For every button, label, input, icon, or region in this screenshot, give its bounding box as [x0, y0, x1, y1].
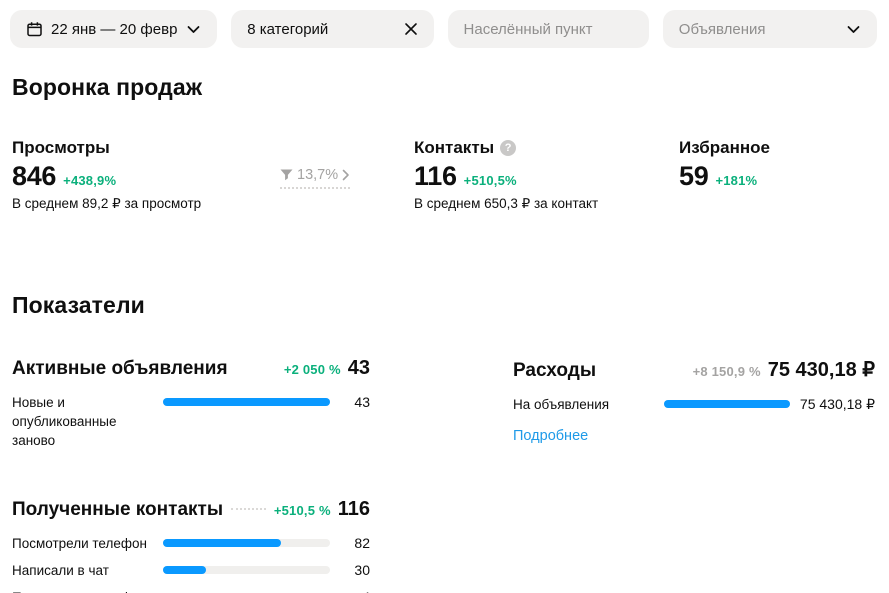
metric-views-subtitle: В среднем 89,2 ₽ за просмотр	[12, 196, 202, 211]
date-range-label: 22 янв — 20 февр	[51, 20, 178, 38]
date-range-filter[interactable]: 22 янв — 20 февр	[10, 10, 218, 48]
bar-track	[664, 400, 790, 408]
location-filter	[447, 10, 649, 48]
listings-filter[interactable]: Объявления	[662, 10, 877, 48]
indicators-section-title: Показатели	[12, 292, 145, 318]
metric-contacts: Контакты ? 116 +510,5% В среднем 650,3 ₽…	[414, 138, 679, 212]
metric-contacts-value: 116	[414, 161, 457, 191]
bar-fill	[664, 400, 790, 408]
bar-fill	[163, 398, 330, 406]
metric-favorites-title: Избранное	[679, 138, 770, 157]
bar-row: На объявления 75 430,18 ₽	[513, 395, 875, 414]
categories-label: 8 категорий	[247, 20, 329, 38]
location-input[interactable]	[463, 20, 633, 38]
help-icon[interactable]: ?	[500, 140, 517, 156]
received-contacts-delta: +510,5 %	[273, 503, 331, 518]
received-contacts-title: Полученные контакты	[12, 499, 224, 520]
metric-contacts-delta: +510,5%	[463, 173, 517, 188]
bar-row: Посмотрели телефон и написали в чат 4	[12, 588, 370, 593]
bar-track	[163, 539, 330, 547]
chevron-down-icon	[846, 22, 861, 37]
calendar-icon	[26, 21, 43, 38]
bar-label: Новые и опубликованные заново	[12, 395, 117, 448]
bar-track	[163, 398, 330, 406]
conversion-value: 13,7%	[297, 167, 339, 183]
conversion-badge[interactable]: 13,7%	[280, 167, 351, 189]
bar-track	[163, 566, 330, 574]
indicator-cards: Активные объявления +2 050 % 43 Новые и …	[12, 357, 877, 593]
bar-label: Посмотрели телефон и написали в чат	[12, 588, 163, 593]
chevron-right-icon	[342, 169, 350, 181]
metric-views-value: 846	[12, 161, 57, 191]
bar-value: 82	[354, 535, 370, 551]
bar-fill	[163, 566, 207, 574]
funnel-section-title: Воронка продаж	[12, 74, 203, 100]
funnel-icon	[280, 169, 293, 181]
sales-funnel: Просмотры 846 +438,9% В среднем 89,2 ₽ з…	[12, 138, 877, 212]
expenses-total: 75 430,18 ₽	[767, 359, 875, 381]
metric-views-title: Просмотры	[12, 138, 110, 157]
metric-views-delta: +438,9%	[63, 173, 117, 188]
received-contacts-total: 116	[337, 498, 370, 520]
active-listings-card: Активные объявления +2 050 % 43 Новые и …	[12, 357, 370, 450]
expenses-delta: +8 150,9 %	[692, 364, 761, 379]
metric-favorites-value: 59	[679, 161, 709, 191]
listings-label: Объявления	[678, 20, 766, 38]
metric-favorites-delta: +181%	[715, 173, 758, 188]
bar-label: Посмотрели телефон	[12, 536, 147, 551]
bar-value: 4	[340, 588, 370, 593]
filter-bar: 22 янв — 20 февр 8 категорий Объявления	[10, 10, 877, 48]
bar-fill	[163, 539, 282, 547]
bar-label: На объявления	[513, 397, 610, 412]
analytics-page: 22 янв — 20 февр 8 категорий Объявления …	[0, 0, 889, 593]
conversion-wrap: 13,7%	[280, 138, 414, 212]
chevron-down-icon	[186, 22, 201, 37]
bar-value: 75 430,18 ₽	[799, 396, 875, 412]
received-contacts-card: Полученные контакты +510,5 % 116 Посмотр…	[12, 498, 370, 593]
active-listings-total: 43	[347, 357, 370, 379]
bar-value: 43	[354, 394, 370, 410]
expenses-title: Расходы	[513, 360, 597, 381]
bar-row: Посмотрели телефон 82	[12, 534, 370, 553]
bar-label: Написали в чат	[12, 563, 109, 578]
bar-value: 30	[354, 562, 370, 578]
bar-row: Написали в чат 30	[12, 561, 370, 580]
expenses-card: Расходы +8 150,9 % 75 430,18 ₽ На объявл…	[513, 357, 875, 445]
details-link[interactable]: Подробнее	[513, 428, 588, 444]
metric-contacts-title: Контакты	[414, 138, 495, 157]
close-icon[interactable]	[404, 22, 418, 36]
categories-filter[interactable]: 8 категорий	[231, 10, 434, 48]
active-listings-delta: +2 050 %	[283, 362, 341, 377]
active-listings-title: Активные объявления	[12, 358, 228, 379]
bar-row: Новые и опубликованные заново 43	[12, 393, 370, 450]
metric-views: Просмотры 846 +438,9% В среднем 89,2 ₽ з…	[12, 138, 280, 212]
dotted-leader	[231, 508, 266, 510]
metric-contacts-subtitle: В среднем 650,3 ₽ за контакт	[414, 196, 599, 211]
metric-favorites: Избранное 59 +181%	[679, 138, 770, 212]
